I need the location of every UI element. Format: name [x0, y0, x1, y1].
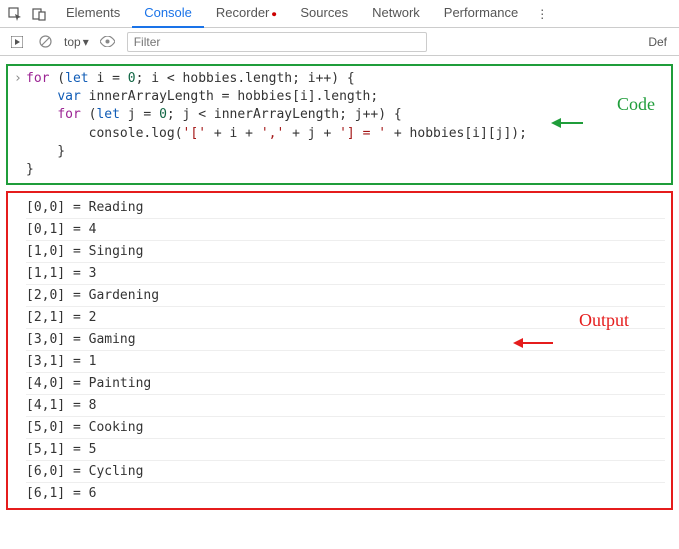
- tab-sources[interactable]: Sources: [288, 0, 360, 28]
- eye-icon[interactable]: [99, 33, 117, 51]
- context-label: top: [64, 35, 81, 49]
- console-output-block: [0,0] = Reading[0,1] = 4[1,0] = Singing[…: [6, 191, 673, 510]
- console-output-row: [1,0] = Singing: [26, 241, 665, 263]
- device-toggle-icon[interactable]: [30, 5, 48, 23]
- console-output-row: [3,1] = 1: [26, 351, 665, 373]
- tab-network[interactable]: Network: [360, 0, 432, 28]
- play-icon[interactable]: [8, 33, 26, 51]
- console-output-row: [5,0] = Cooking: [26, 417, 665, 439]
- annotation-code-arrow: [551, 116, 583, 130]
- tab-console[interactable]: Console: [132, 0, 204, 28]
- console-output-row: [5,1] = 5: [26, 439, 665, 461]
- inspect-icon[interactable]: [6, 5, 24, 23]
- console-toolbar: top ▾ Def: [0, 28, 679, 56]
- clear-icon[interactable]: [36, 33, 54, 51]
- console-output-row: [2,0] = Gardening: [26, 285, 665, 307]
- console-output-row: [0,0] = Reading: [26, 197, 665, 219]
- console-output-row: [6,1] = 6: [26, 483, 665, 504]
- filter-input[interactable]: [127, 32, 427, 52]
- devtools-tabs: ElementsConsoleRecorder ⏺SourcesNetworkP…: [0, 0, 679, 28]
- tab-recorder[interactable]: Recorder ⏺: [204, 0, 288, 28]
- prompt-icon: ›: [14, 70, 22, 88]
- annotation-output-arrow: [513, 336, 553, 350]
- console-output-row: [4,0] = Painting: [26, 373, 665, 395]
- console-output-row: [4,1] = 8: [26, 395, 665, 417]
- console-output-row: [0,1] = 4: [26, 219, 665, 241]
- chevron-down-icon: ▾: [83, 35, 89, 49]
- annotation-output-label: Output: [579, 310, 629, 331]
- context-selector[interactable]: top ▾: [64, 35, 89, 49]
- console-output-row: [1,1] = 3: [26, 263, 665, 285]
- default-levels[interactable]: Def: [648, 35, 671, 49]
- tab-performance[interactable]: Performance: [432, 0, 530, 28]
- tab-elements[interactable]: Elements: [54, 0, 132, 28]
- console-output-row: [6,0] = Cycling: [26, 461, 665, 483]
- console-output-row: [2,1] = 2: [26, 307, 665, 329]
- console-output-row: [3,0] = Gaming: [26, 329, 665, 351]
- annotation-code-label: Code: [617, 94, 655, 115]
